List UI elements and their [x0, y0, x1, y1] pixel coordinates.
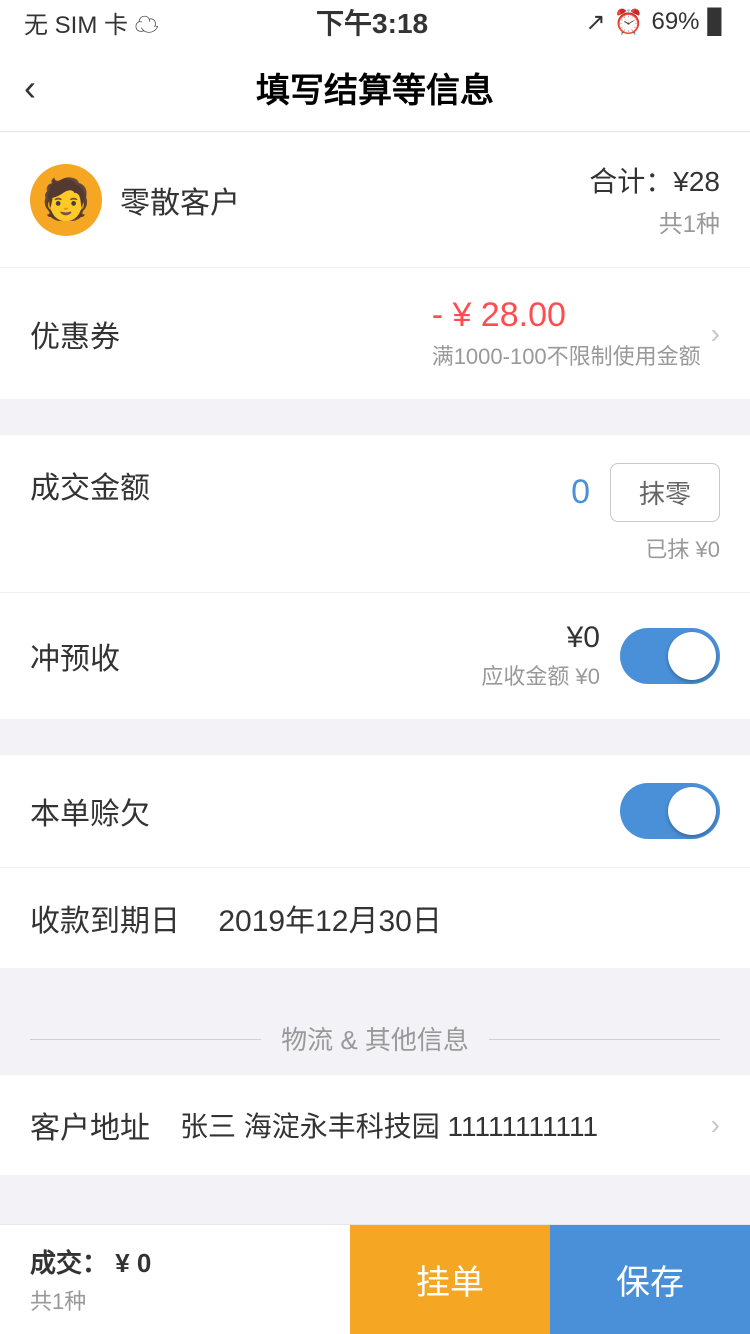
avatar: 🧑: [30, 164, 102, 236]
location-icon: ↗: [585, 8, 605, 37]
prepay-right: ¥0 应收金额 ¥0: [481, 621, 720, 691]
debt-label: 本单赊欠: [30, 789, 150, 833]
bottom-item-count: 共1种: [30, 1284, 320, 1316]
item-count: 共1种: [589, 204, 720, 239]
address-section: 客户地址 张三 海淀永丰科技园 11111111111 ›: [0, 1075, 750, 1175]
hang-button[interactable]: 挂单: [350, 1225, 550, 1334]
due-date-row: 收款到期日 2019年12月30日: [0, 867, 750, 968]
already-deducted: 已抹 ¥0: [645, 537, 720, 562]
avatar-icon: 🧑: [41, 176, 91, 223]
coupon-info: - ¥ 28.00 满1000-100不限制使用金额: [432, 296, 701, 371]
section-divider: [0, 415, 750, 435]
bottom-bar: 成交： ¥ 0 共1种 挂单 保存: [0, 1224, 750, 1334]
alarm-icon: ⏰: [614, 8, 644, 37]
coupon-right: - ¥ 28.00 满1000-100不限制使用金额 ›: [432, 296, 720, 371]
prepay-toggle[interactable]: [620, 628, 720, 684]
page-title: 填写结算等信息: [256, 63, 494, 112]
chevron-right-icon: ›: [711, 318, 720, 350]
transaction-main-row: 成交金额 0 抹零: [30, 463, 720, 522]
coupon-row[interactable]: 优惠券 - ¥ 28.00 满1000-100不限制使用金额 ›: [0, 267, 750, 399]
prepay-amounts: ¥0 应收金额 ¥0: [481, 621, 600, 691]
address-row[interactable]: 客户地址 张三 海淀永丰科技园 11111111111 ›: [0, 1075, 750, 1175]
sim-status: 无 SIM 卡 ☁: [24, 5, 159, 40]
logistics-divider: 物流 & 其他信息: [0, 1004, 750, 1073]
customer-row: 🧑 零散客户 合计：¥28 共1种: [0, 132, 750, 267]
nav-bar: ‹ 填写结算等信息: [0, 44, 750, 132]
debt-section: 本单赊欠 收款到期日 2019年12月30日: [0, 755, 750, 968]
status-time: 下午3:18: [316, 2, 428, 42]
address-chevron-icon: ›: [711, 1109, 720, 1141]
status-bar: 无 SIM 卡 ☁ 下午3:18 ↗ ⏰ 69% ▊: [0, 0, 750, 44]
transaction-amount: 0: [571, 473, 590, 512]
status-right: ↗ ⏰ 69% ▊: [585, 8, 726, 37]
debt-toggle[interactable]: [620, 783, 720, 839]
bottom-deal-amount: ¥ 0: [115, 1248, 151, 1278]
prepay-label: 冲预收: [30, 634, 120, 678]
back-button[interactable]: ‹: [24, 67, 36, 109]
prepay-row: 冲预收 ¥0 应收金额 ¥0: [0, 592, 750, 719]
coupon-description: 满1000-100不限制使用金额: [432, 339, 701, 371]
status-left: 无 SIM 卡 ☁: [24, 5, 159, 40]
prepay-main-amount: ¥0: [481, 621, 600, 655]
bottom-info: 成交： ¥ 0 共1种: [0, 1243, 350, 1316]
customer-info: 🧑 零散客户: [30, 164, 240, 236]
battery-icon: ▊: [708, 8, 726, 37]
bottom-deal-row: 成交： ¥ 0: [30, 1243, 320, 1280]
address-label: 客户地址: [30, 1103, 150, 1147]
coupon-label: 优惠券: [30, 312, 120, 356]
save-button[interactable]: 保存: [550, 1225, 750, 1334]
due-date-value: 2019年12月30日: [218, 905, 441, 938]
prepay-sub-amount: 应收金额 ¥0: [481, 659, 600, 691]
customer-total: 合计：¥28 共1种: [589, 160, 720, 239]
transaction-right: 0 抹零: [571, 463, 720, 522]
coupon-discount: - ¥ 28.00: [432, 296, 701, 335]
transaction-label: 成交金额: [30, 463, 150, 507]
transaction-section: 成交金额 0 抹零 已抹 ¥0 冲预收 ¥0 应收金额 ¥0: [0, 435, 750, 719]
address-value: 张三 海淀永丰科技园 11111111111: [180, 1105, 711, 1145]
section-divider-2: [0, 735, 750, 755]
debt-row: 本单赊欠: [0, 755, 750, 867]
total-amount: 合计：¥28: [589, 160, 720, 200]
transaction-row: 成交金额 0 抹零 已抹 ¥0: [0, 435, 750, 592]
section-divider-3: [0, 984, 750, 1004]
due-date-label: 收款到期日: [30, 905, 180, 938]
customer-section: 🧑 零散客户 合计：¥28 共1种 优惠券 - ¥ 28.00 满1000-10…: [0, 132, 750, 399]
bottom-deal-label: 成交：: [30, 1248, 108, 1278]
round-button[interactable]: 抹零: [610, 463, 720, 522]
logistics-label: 物流 & 其他信息: [261, 1020, 489, 1057]
battery-level: 69%: [651, 8, 699, 36]
address-chevron: ›: [711, 1109, 720, 1141]
customer-name: 零散客户: [120, 178, 240, 222]
